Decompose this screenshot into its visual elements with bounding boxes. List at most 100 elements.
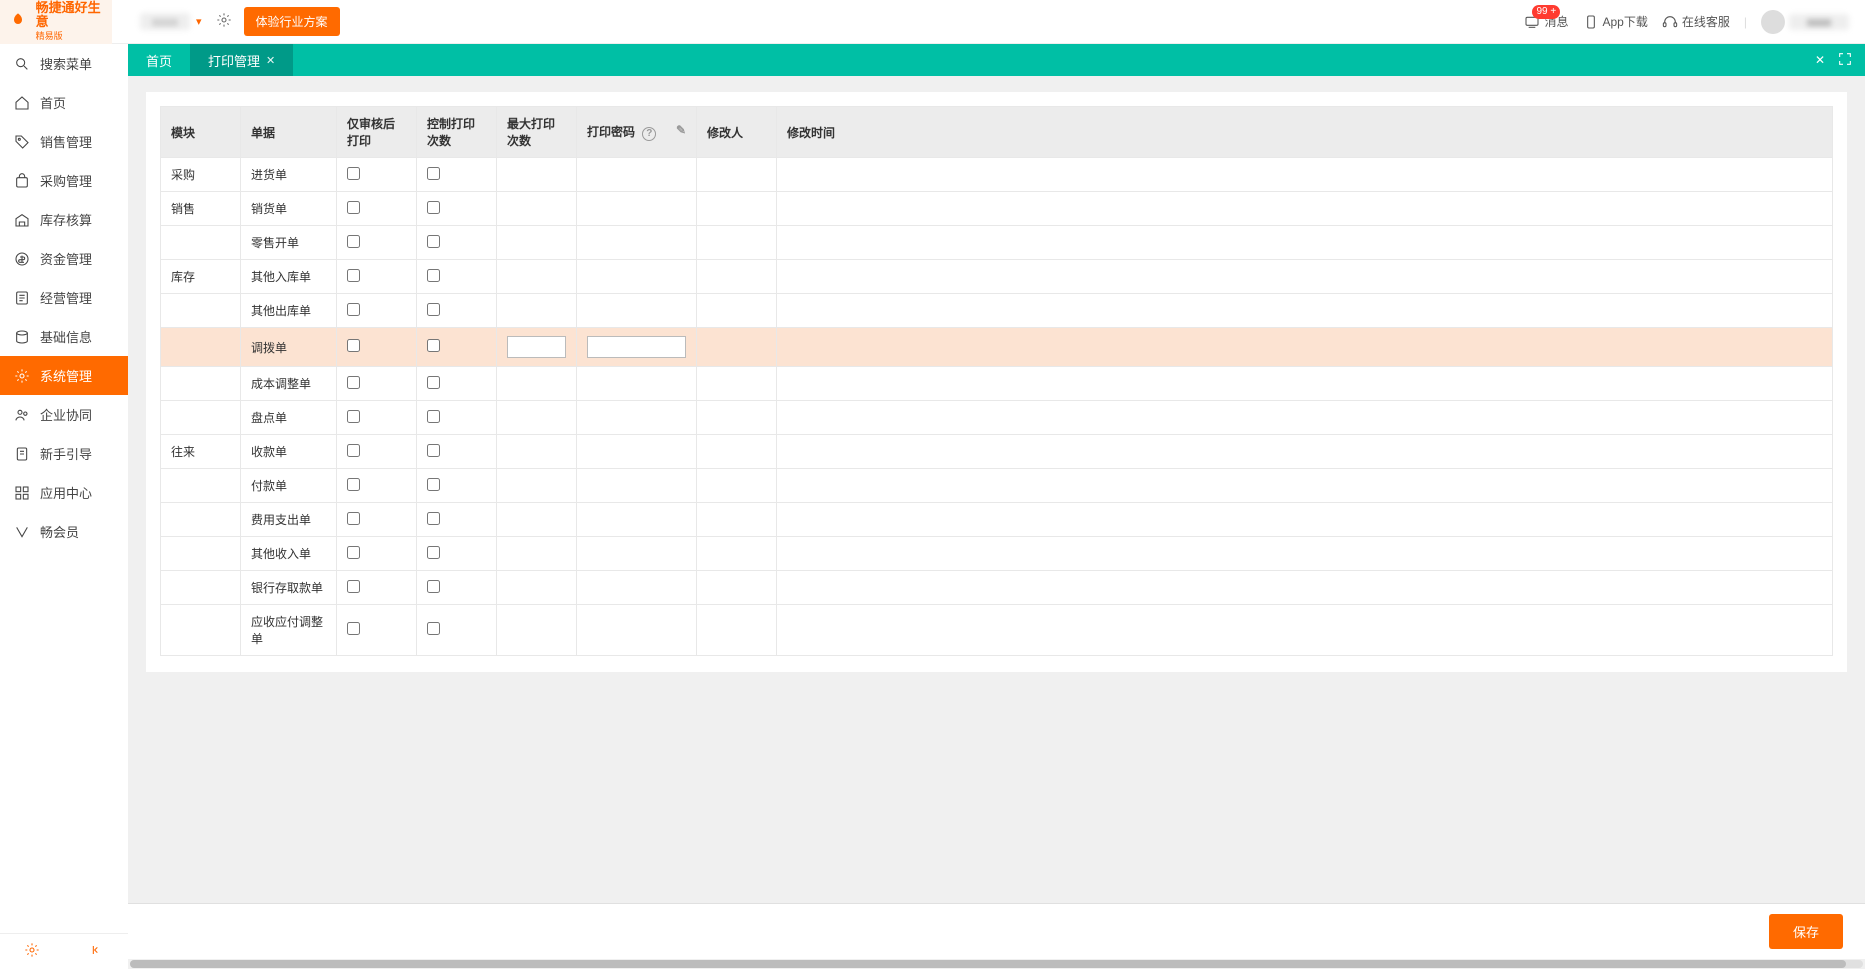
audited-checkbox[interactable] (347, 444, 360, 457)
cell-limit (417, 537, 497, 571)
cell-doc: 其他收入单 (241, 537, 337, 571)
cell-time (777, 158, 1833, 192)
cell-module (161, 469, 241, 503)
save-button[interactable]: 保存 (1769, 914, 1843, 949)
cell-limit (417, 328, 497, 367)
cell-doc: 银行存取款单 (241, 571, 337, 605)
sidebar-item-2[interactable]: 销售管理 (0, 122, 128, 161)
app-download-link[interactable]: App下载 (1583, 13, 1648, 30)
sidebar-item-8[interactable]: 系统管理 (0, 356, 128, 395)
sidebar-item-1[interactable]: 首页 (0, 83, 128, 122)
sidebar-settings-icon[interactable] (0, 934, 64, 969)
audited-checkbox[interactable] (347, 478, 360, 491)
sidebar-item-7[interactable]: 基础信息 (0, 317, 128, 356)
help-icon[interactable]: ? (642, 127, 656, 141)
limit-checkbox[interactable] (427, 512, 440, 525)
cell-max (497, 226, 577, 260)
max-input[interactable] (507, 336, 566, 358)
avatar-icon (1761, 10, 1785, 34)
limit-checkbox[interactable] (427, 269, 440, 282)
cell-editor (697, 260, 777, 294)
fullscreen-icon[interactable] (1837, 51, 1853, 70)
tenant-selector[interactable]: xxxx ▾ (132, 9, 210, 34)
user-menu[interactable]: xxxx (1761, 10, 1849, 34)
audited-checkbox[interactable] (347, 622, 360, 635)
cell-max (497, 401, 577, 435)
audited-checkbox[interactable] (347, 303, 360, 316)
limit-checkbox[interactable] (427, 580, 440, 593)
db-icon (14, 329, 30, 345)
tenant-settings-icon[interactable] (216, 12, 232, 31)
tenant-name-blurred: xxxx (140, 13, 190, 30)
messages-link[interactable]: 99 + 消息 (1524, 13, 1568, 30)
sidebar-item-10[interactable]: 新手引导 (0, 434, 128, 473)
limit-checkbox[interactable] (427, 622, 440, 635)
cell-module: 往来 (161, 435, 241, 469)
audited-checkbox[interactable] (347, 201, 360, 214)
limit-checkbox[interactable] (427, 410, 440, 423)
limit-checkbox[interactable] (427, 303, 440, 316)
limit-checkbox[interactable] (427, 339, 440, 352)
th-limit: 控制打印次数 (417, 107, 497, 158)
limit-checkbox[interactable] (427, 235, 440, 248)
sidebar-item-6[interactable]: 经营管理 (0, 278, 128, 317)
cell-limit (417, 192, 497, 226)
cell-doc: 其他出库单 (241, 294, 337, 328)
audited-checkbox[interactable] (347, 339, 360, 352)
audited-checkbox[interactable] (347, 269, 360, 282)
cell-doc: 进货单 (241, 158, 337, 192)
cell-limit (417, 469, 497, 503)
table-row: 其他出库单 (161, 294, 1833, 328)
limit-checkbox[interactable] (427, 444, 440, 457)
edit-column-icon[interactable]: ✎ (676, 123, 686, 137)
audited-checkbox[interactable] (347, 580, 360, 593)
audited-checkbox[interactable] (347, 410, 360, 423)
industry-cta-button[interactable]: 体验行业方案 (244, 7, 340, 36)
cell-module: 销售 (161, 192, 241, 226)
cell-max (497, 537, 577, 571)
audited-checkbox[interactable] (347, 376, 360, 389)
main: 首页打印管理✕ ✕ 模块 单据 仅审核后打印 控制打印次数 (128, 44, 1865, 969)
cell-audited (337, 226, 417, 260)
tab-close-icon[interactable]: ✕ (266, 54, 275, 67)
audited-checkbox[interactable] (347, 512, 360, 525)
cell-audited (337, 192, 417, 226)
cell-editor (697, 571, 777, 605)
audited-checkbox[interactable] (347, 546, 360, 559)
sidebar-item-3[interactable]: 采购管理 (0, 161, 128, 200)
grid-icon (14, 485, 30, 501)
sidebar-collapse-icon[interactable] (64, 934, 128, 969)
cell-editor (697, 226, 777, 260)
cell-editor (697, 158, 777, 192)
sidebar-item-4[interactable]: 库存核算 (0, 200, 128, 239)
cell-time (777, 435, 1833, 469)
cell-module (161, 503, 241, 537)
sidebar-item-label: 畅会员 (40, 522, 79, 541)
guide-icon (14, 446, 30, 462)
cell-module (161, 537, 241, 571)
pw-input[interactable] (587, 336, 686, 358)
audited-checkbox[interactable] (347, 167, 360, 180)
sidebar-item-9[interactable]: 企业协同 (0, 395, 128, 434)
sidebar-item-0[interactable]: 搜索菜单 (0, 44, 128, 83)
tab-close-all-icon[interactable]: ✕ (1815, 53, 1825, 67)
sidebar-item-5[interactable]: 资金管理 (0, 239, 128, 278)
audited-checkbox[interactable] (347, 235, 360, 248)
tab-0[interactable]: 首页 (128, 44, 190, 76)
table-row: 零售开单 (161, 226, 1833, 260)
horizontal-scrollbar[interactable] (128, 959, 1865, 969)
sidebar-item-11[interactable]: 应用中心 (0, 473, 128, 512)
customer-service-link[interactable]: 在线客服 (1662, 13, 1730, 30)
limit-checkbox[interactable] (427, 376, 440, 389)
limit-checkbox[interactable] (427, 546, 440, 559)
report-icon (14, 290, 30, 306)
cell-time (777, 226, 1833, 260)
limit-checkbox[interactable] (427, 167, 440, 180)
th-module: 模块 (161, 107, 241, 158)
limit-checkbox[interactable] (427, 478, 440, 491)
limit-checkbox[interactable] (427, 201, 440, 214)
tab-1[interactable]: 打印管理✕ (190, 44, 293, 76)
sidebar-item-12[interactable]: 畅会员 (0, 512, 128, 551)
table-row: 成本调整单 (161, 367, 1833, 401)
cell-doc: 费用支出单 (241, 503, 337, 537)
